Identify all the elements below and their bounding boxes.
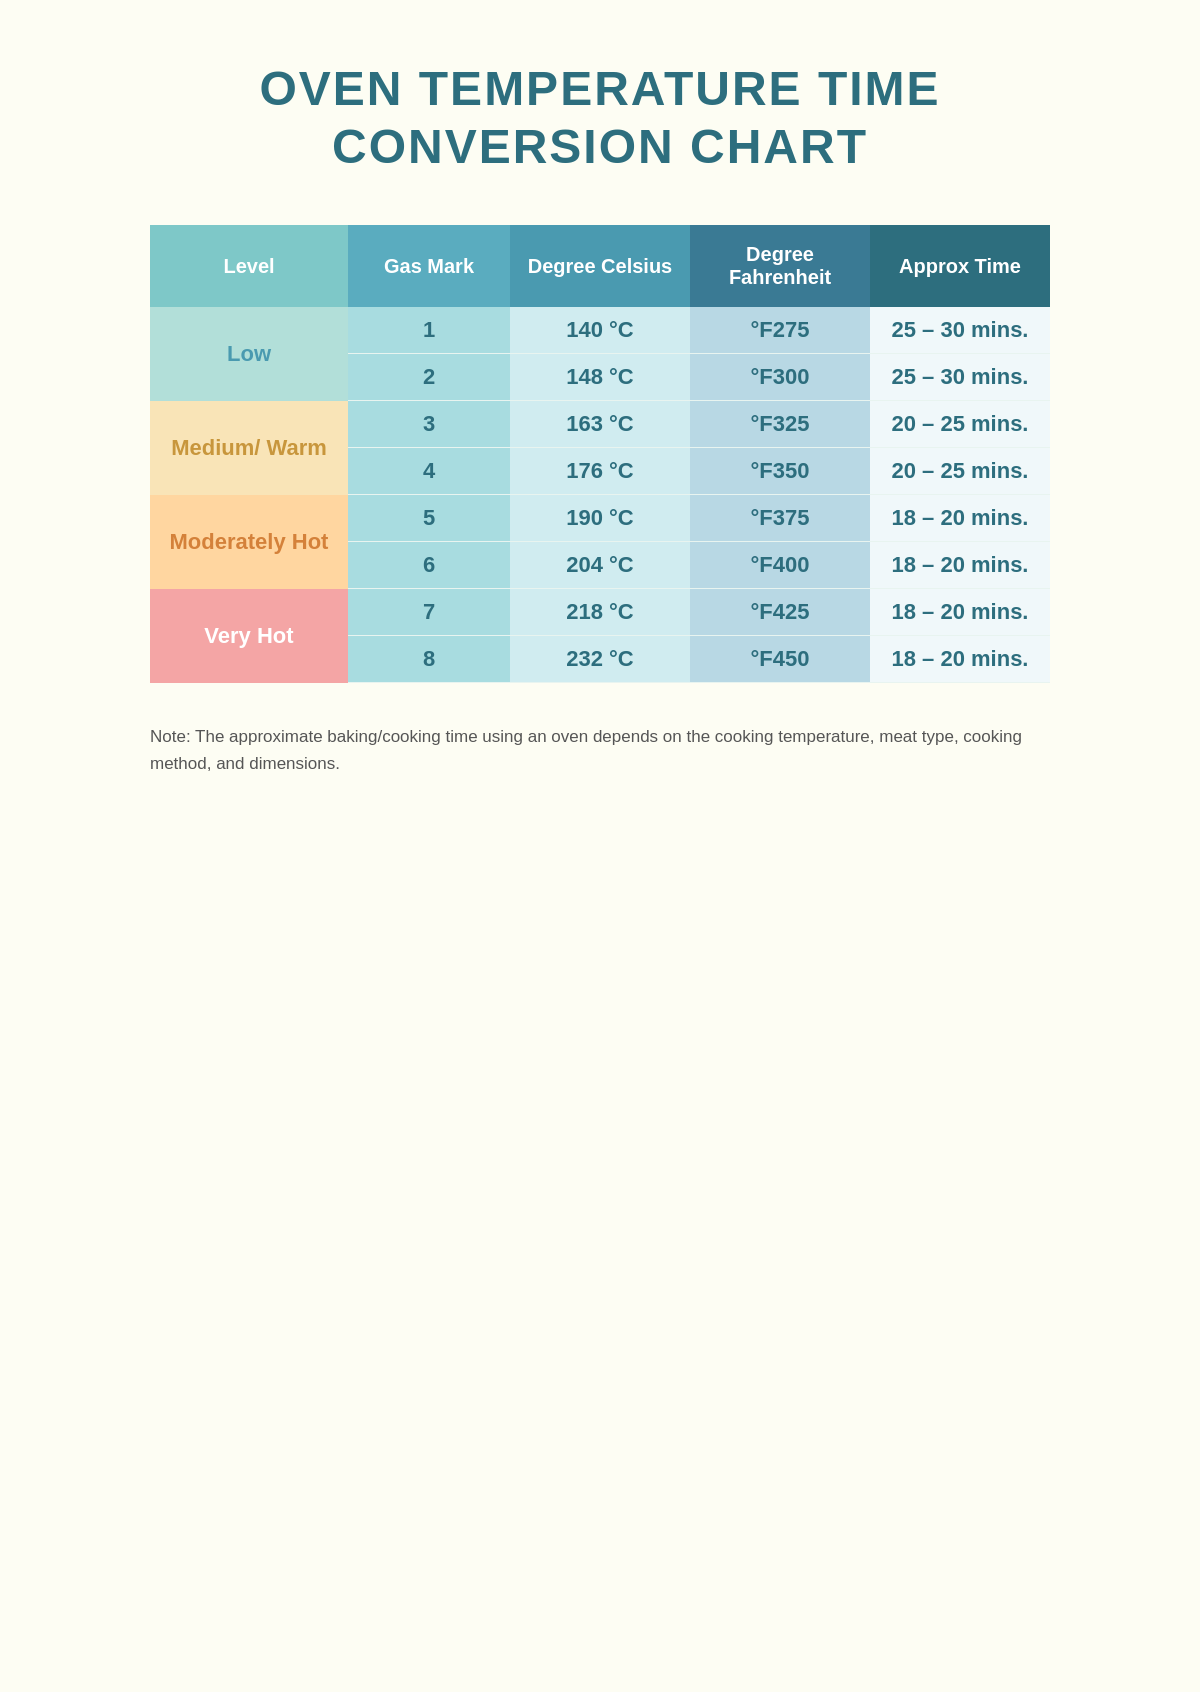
table-header-row: Level Gas Mark Degree Celsius Degree Fah… [150,225,1050,307]
time-cell: 20 – 25 mins. [870,401,1050,448]
time-cell: 25 – 30 mins. [870,354,1050,401]
table-row: Moderately Hot5190 °C°F37518 – 20 mins. [150,495,1050,542]
page-container: OVEN TEMPERATURE TIME CONVERSION CHART L… [150,60,1050,1632]
header-fahrenheit: Degree Fahrenheit [690,225,870,307]
level-cell: Very Hot [150,589,348,683]
table-row: Medium/ Warm3163 °C°F32520 – 25 mins. [150,401,1050,448]
header-gas-mark: Gas Mark [348,225,510,307]
gas-mark-cell: 2 [348,354,510,401]
celsius-cell: 140 °C [510,307,690,354]
celsius-cell: 204 °C [510,542,690,589]
gas-mark-cell: 4 [348,448,510,495]
celsius-cell: 218 °C [510,589,690,636]
time-cell: 18 – 20 mins. [870,495,1050,542]
level-cell: Low [150,307,348,401]
table-row: Very Hot7218 °C°F42518 – 20 mins. [150,589,1050,636]
fahrenheit-cell: °F350 [690,448,870,495]
gas-mark-cell: 6 [348,542,510,589]
time-cell: 18 – 20 mins. [870,589,1050,636]
celsius-cell: 190 °C [510,495,690,542]
celsius-cell: 232 °C [510,636,690,683]
gas-mark-cell: 5 [348,495,510,542]
note-text: Note: The approximate baking/cooking tim… [150,723,1050,777]
fahrenheit-cell: °F425 [690,589,870,636]
fahrenheit-cell: °F325 [690,401,870,448]
fahrenheit-cell: °F300 [690,354,870,401]
celsius-cell: 176 °C [510,448,690,495]
header-celsius: Degree Celsius [510,225,690,307]
header-level: Level [150,225,348,307]
time-cell: 18 – 20 mins. [870,636,1050,683]
table-row: Low1140 °C°F27525 – 30 mins. [150,307,1050,354]
page-title: OVEN TEMPERATURE TIME CONVERSION CHART [150,60,1050,175]
gas-mark-cell: 7 [348,589,510,636]
celsius-cell: 163 °C [510,401,690,448]
time-cell: 18 – 20 mins. [870,542,1050,589]
gas-mark-cell: 8 [348,636,510,683]
fahrenheit-cell: °F375 [690,495,870,542]
gas-mark-cell: 3 [348,401,510,448]
celsius-cell: 148 °C [510,354,690,401]
level-cell: Moderately Hot [150,495,348,589]
fahrenheit-cell: °F400 [690,542,870,589]
fahrenheit-cell: °F450 [690,636,870,683]
time-cell: 20 – 25 mins. [870,448,1050,495]
header-time: Approx Time [870,225,1050,307]
temperature-chart: Level Gas Mark Degree Celsius Degree Fah… [150,225,1050,683]
level-cell: Medium/ Warm [150,401,348,495]
gas-mark-cell: 1 [348,307,510,354]
time-cell: 25 – 30 mins. [870,307,1050,354]
fahrenheit-cell: °F275 [690,307,870,354]
